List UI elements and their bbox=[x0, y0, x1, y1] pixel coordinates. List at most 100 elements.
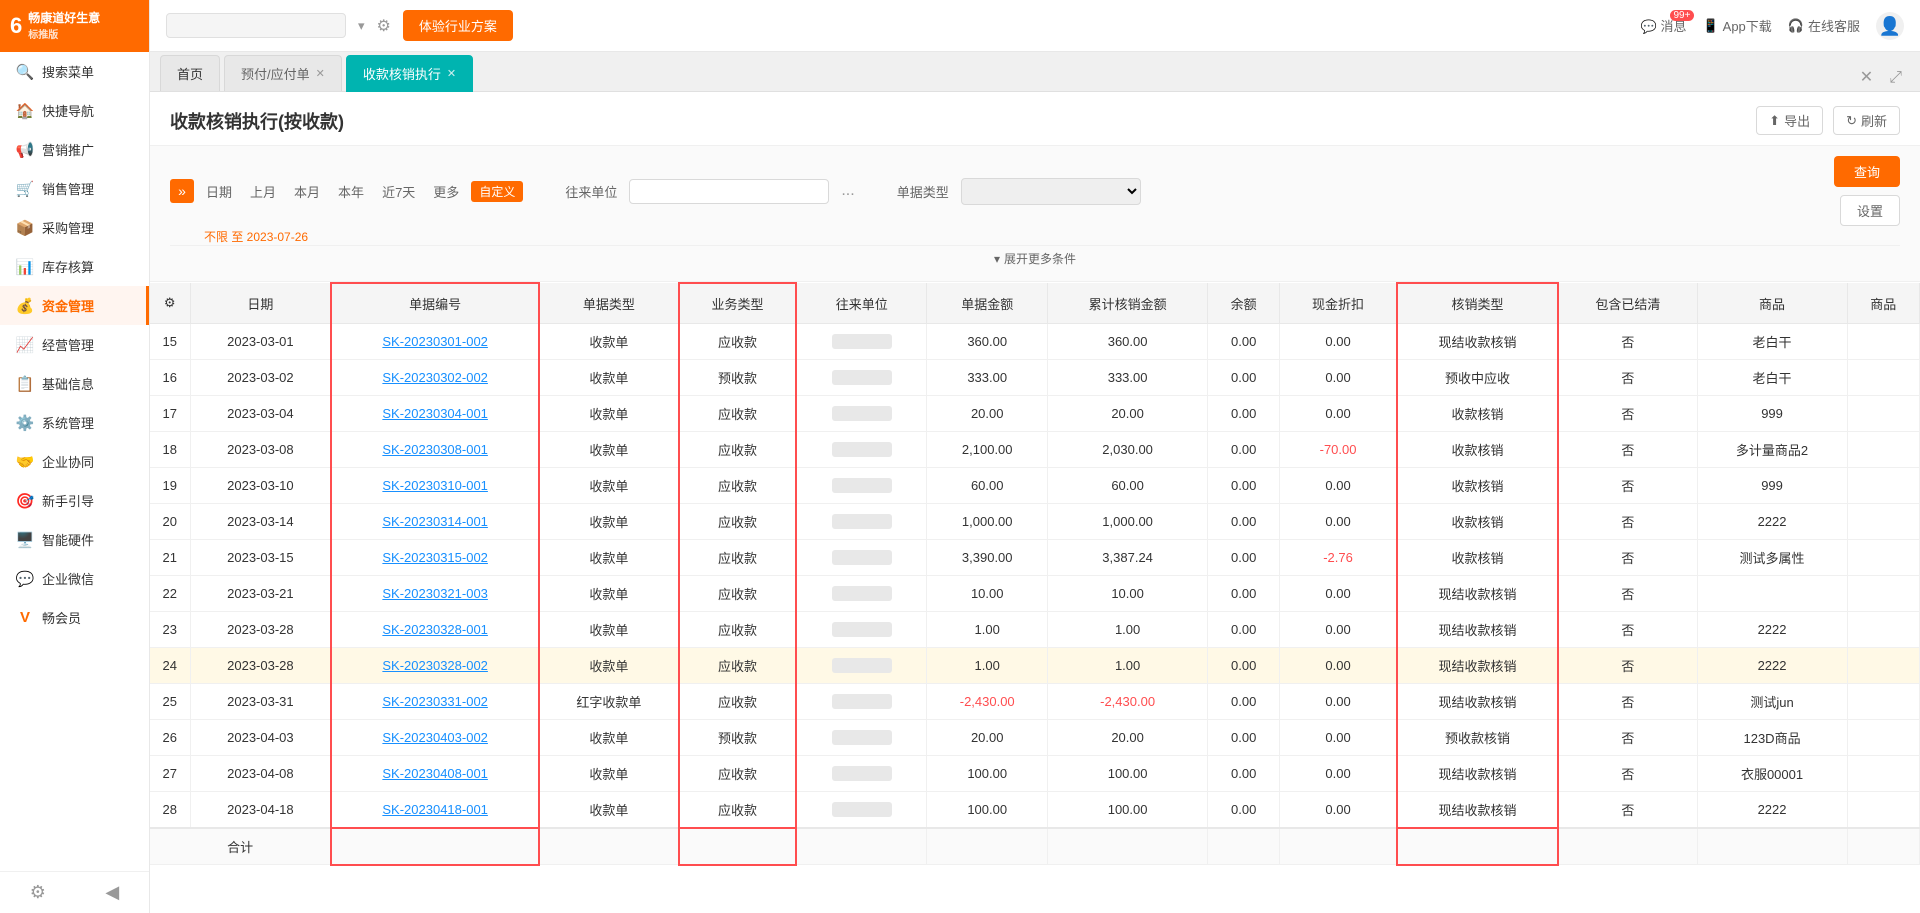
cell-partner bbox=[796, 540, 926, 576]
tab-writeoff[interactable]: 收款核销执行 ✕ bbox=[346, 55, 473, 92]
cell-included: 否 bbox=[1558, 432, 1697, 468]
refresh-button[interactable]: ↻ 刷新 bbox=[1833, 106, 1900, 135]
cell-writeoff-type: 收款核销 bbox=[1397, 396, 1558, 432]
cell-balance: 0.00 bbox=[1208, 792, 1280, 829]
sidebar-item-wechat[interactable]: 💬 企业微信 bbox=[0, 559, 149, 598]
cell-goods1: 老白干 bbox=[1697, 324, 1847, 360]
cell-included: 否 bbox=[1558, 756, 1697, 792]
app-download-area[interactable]: 📱 App下载 bbox=[1702, 16, 1771, 35]
table-header-row: ⚙ 日期 单据编号 单据类型 业务类型 往来单位 单据金额 累计核销金额 余额 … bbox=[150, 283, 1920, 324]
sidebar-item-member[interactable]: V 畅会员 bbox=[0, 598, 149, 637]
tab-expand-btn[interactable]: ⤢ bbox=[1881, 65, 1910, 91]
setting-button[interactable]: 设置 bbox=[1840, 195, 1900, 226]
cell-included: 否 bbox=[1558, 684, 1697, 720]
sidebar-item-operations[interactable]: 📈 经营管理 bbox=[0, 325, 149, 364]
cell-writeoff-type: 收款核销 bbox=[1397, 468, 1558, 504]
sales-icon: 🛒 bbox=[16, 180, 34, 198]
doc-no-link[interactable]: SK-20230308-001 bbox=[382, 442, 488, 457]
doc-no-link[interactable]: SK-20230403-002 bbox=[382, 730, 488, 745]
sidebar-item-finance[interactable]: 💰 资金管理 bbox=[0, 286, 149, 325]
doc-no-link[interactable]: SK-20230321-003 bbox=[382, 586, 488, 601]
footer-discount bbox=[1280, 828, 1397, 865]
cell-doc-type: 收款单 bbox=[539, 792, 679, 829]
th-settings[interactable]: ⚙ bbox=[150, 283, 190, 324]
th-goods1: 商品 bbox=[1697, 283, 1847, 324]
doc-no-link[interactable]: SK-20230328-001 bbox=[382, 622, 488, 637]
sidebar-item-hardware[interactable]: 🖥️ 智能硬件 bbox=[0, 520, 149, 559]
footer-biz-type bbox=[679, 828, 797, 865]
home-icon: 🏠 bbox=[16, 102, 34, 120]
cell-writeoff-amount: 100.00 bbox=[1048, 756, 1208, 792]
tab-home[interactable]: 首页 bbox=[160, 55, 220, 91]
sidebar-item-quick-nav[interactable]: 🏠 快捷导航 bbox=[0, 91, 149, 130]
sidebar-item-basic-info[interactable]: 📋 基础信息 bbox=[0, 364, 149, 403]
th-doc-type: 单据类型 bbox=[539, 283, 679, 324]
cell-writeoff-amount: 2,030.00 bbox=[1048, 432, 1208, 468]
solution-button[interactable]: 体验行业方案 bbox=[403, 10, 513, 41]
tab-writeoff-close[interactable]: ✕ bbox=[447, 67, 456, 80]
cell-amount: 2,100.00 bbox=[927, 432, 1048, 468]
messages-area[interactable]: 💬 消息 99+ bbox=[1641, 16, 1687, 35]
page-title: 收款核销执行(按收款) bbox=[170, 108, 344, 134]
online-service-area[interactable]: 🎧 在线客服 bbox=[1788, 16, 1860, 35]
last-month-btn[interactable]: 上月 bbox=[244, 180, 282, 203]
cell-amount: 20.00 bbox=[927, 396, 1048, 432]
export-button[interactable]: ⬆ 导出 bbox=[1756, 106, 1823, 135]
doc-no-link[interactable]: SK-20230315-002 bbox=[382, 550, 488, 565]
doc-type-select[interactable] bbox=[961, 178, 1141, 205]
sidebar-item-sales[interactable]: 🛒 销售管理 bbox=[0, 169, 149, 208]
sidebar-item-purchase[interactable]: 📦 采购管理 bbox=[0, 208, 149, 247]
tab-prepay-close[interactable]: ✕ bbox=[316, 67, 325, 80]
cell-balance: 0.00 bbox=[1208, 720, 1280, 756]
table-row: 18 2023-03-08 SK-20230308-001 收款单 应收款 2,… bbox=[150, 432, 1920, 468]
cell-included: 否 bbox=[1558, 648, 1697, 684]
cell-writeoff-type: 现结收款核销 bbox=[1397, 792, 1558, 829]
sidebar-item-search[interactable]: 🔍 搜索菜单 bbox=[0, 52, 149, 91]
this-month-btn[interactable]: 本月 bbox=[288, 180, 326, 203]
sidebar-item-marketing[interactable]: 📢 营销推广 bbox=[0, 130, 149, 169]
cell-goods2 bbox=[1847, 648, 1919, 684]
collapse-icon[interactable]: ◀ bbox=[105, 882, 119, 903]
doc-no-link[interactable]: SK-20230328-002 bbox=[382, 658, 488, 673]
table-row: 16 2023-03-02 SK-20230302-002 收款单 预收款 33… bbox=[150, 360, 1920, 396]
cell-writeoff-amount: 1.00 bbox=[1048, 612, 1208, 648]
cell-doc-type: 收款单 bbox=[539, 540, 679, 576]
table-container[interactable]: ⚙ 日期 单据编号 单据类型 业务类型 往来单位 单据金额 累计核销金额 余额 … bbox=[150, 282, 1920, 913]
custom-date-btn[interactable]: 自定义 bbox=[471, 181, 523, 202]
user-avatar[interactable]: 👤 bbox=[1876, 12, 1904, 40]
tab-close-btn[interactable]: ✕ bbox=[1852, 63, 1881, 91]
expand-more-conditions[interactable]: ▾ 展开更多条件 bbox=[170, 245, 1900, 271]
settings-bottom-icon[interactable]: ⚙ bbox=[30, 882, 46, 903]
sidebar-item-system[interactable]: ⚙️ 系统管理 bbox=[0, 403, 149, 442]
doc-no-link[interactable]: SK-20230418-001 bbox=[382, 802, 488, 817]
doc-no-link[interactable]: SK-20230331-002 bbox=[382, 694, 488, 709]
sidebar-item-guide[interactable]: 🎯 新手引导 bbox=[0, 481, 149, 520]
table-row: 25 2023-03-31 SK-20230331-002 红字收款单 应收款 … bbox=[150, 684, 1920, 720]
table-row: 27 2023-04-08 SK-20230408-001 收款单 应收款 10… bbox=[150, 756, 1920, 792]
doc-no-link[interactable]: SK-20230304-001 bbox=[382, 406, 488, 421]
last-7days-btn[interactable]: 近7天 bbox=[376, 180, 421, 203]
query-button[interactable]: 查询 bbox=[1834, 156, 1900, 187]
sidebar-item-enterprise[interactable]: 🤝 企业协同 bbox=[0, 442, 149, 481]
sidebar-item-inventory[interactable]: 📊 库存核算 bbox=[0, 247, 149, 286]
more-options-icon[interactable]: ... bbox=[841, 182, 854, 200]
more-dates-btn[interactable]: 更多 bbox=[427, 180, 465, 203]
doc-no-link[interactable]: SK-20230314-001 bbox=[382, 514, 488, 529]
cell-date: 2023-03-28 bbox=[190, 648, 331, 684]
dropdown-arrow-icon[interactable]: ▾ bbox=[358, 18, 365, 34]
doc-no-link[interactable]: SK-20230408-001 bbox=[382, 766, 488, 781]
doc-no-link[interactable]: SK-20230301-002 bbox=[382, 334, 488, 349]
partner-input[interactable] bbox=[629, 179, 829, 204]
cell-writeoff-amount: 100.00 bbox=[1048, 792, 1208, 829]
this-year-btn[interactable]: 本年 bbox=[332, 180, 370, 203]
tab-prepay[interactable]: 预付/应付单 ✕ bbox=[224, 55, 342, 91]
doc-no-link[interactable]: SK-20230302-002 bbox=[382, 370, 488, 385]
wechat-icon: 💬 bbox=[16, 570, 34, 588]
gear-icon[interactable]: ⚙ bbox=[377, 16, 391, 36]
cell-biz-type: 应收款 bbox=[679, 792, 797, 829]
footer-amount bbox=[927, 828, 1048, 865]
cell-balance: 0.00 bbox=[1208, 360, 1280, 396]
filter-expand-button[interactable]: » bbox=[170, 179, 194, 203]
doc-no-link[interactable]: SK-20230310-001 bbox=[382, 478, 488, 493]
cell-goods2 bbox=[1847, 540, 1919, 576]
